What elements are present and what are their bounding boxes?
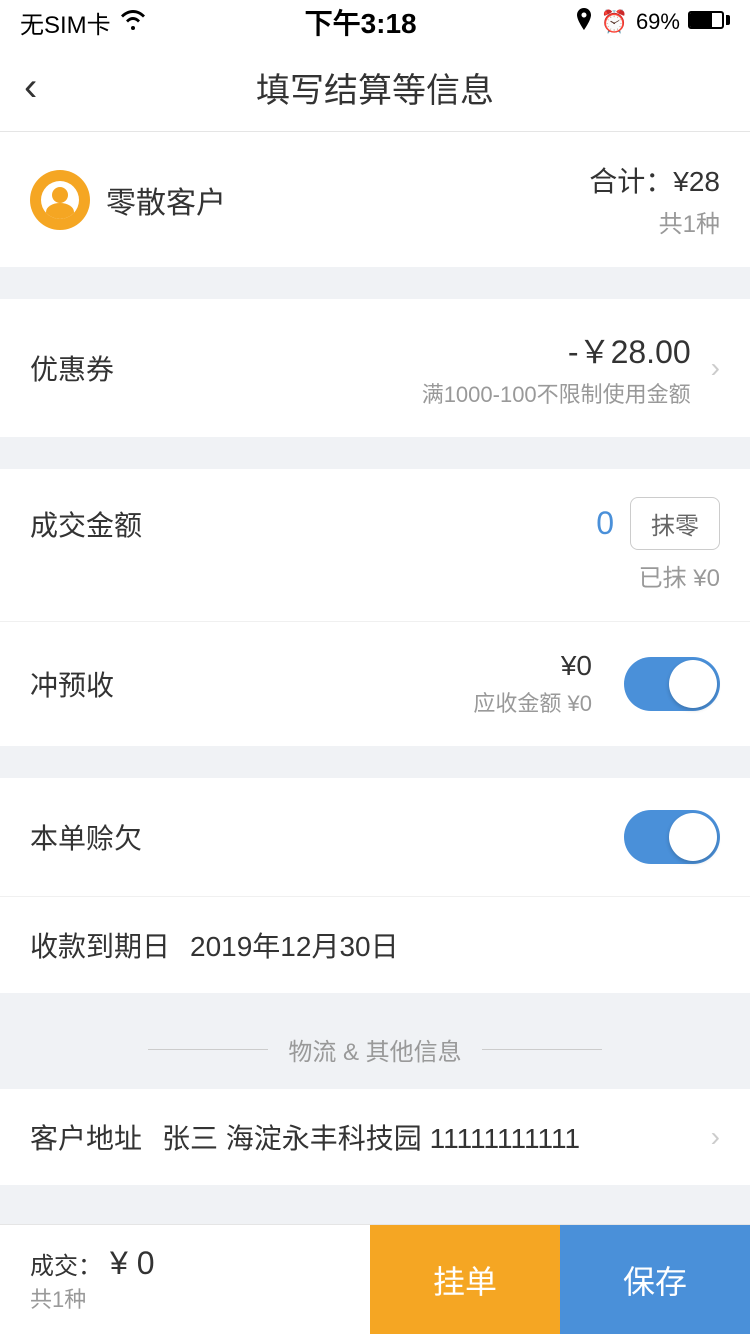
address-section[interactable]: 客户地址 张三 海淀永丰科技园 11111111111 › [0,1089,750,1185]
section-divider-2 [0,453,750,469]
deal-amount-row: 成交金额 0 抹零 已抹 ¥0 [0,469,750,621]
status-time: 下午3:18 [305,2,417,42]
section-divider-1 [0,283,750,299]
hang-button[interactable]: 挂单 [370,1225,560,1334]
due-date-label: 收款到期日 [30,925,170,965]
address-label: 客户地址 [30,1117,142,1157]
customer-info: 零散客户 [30,170,226,230]
debt-toggle-knob [669,813,717,861]
wifi-icon [119,8,147,37]
total-count-label: 共1种 [589,204,720,239]
debt-label: 本单赊欠 [30,817,142,857]
battery-icon [688,9,730,35]
prepay-sub: 应收金额 ¥0 [473,686,592,718]
status-bar-left: 无SIM卡 [20,5,147,40]
customer-row: 零散客户 合计：¥28 共1种 [0,132,750,267]
save-button[interactable]: 保存 [560,1225,750,1334]
address-chevron-icon: › [711,1121,720,1153]
customer-name: 零散客户 [106,178,226,222]
address-row[interactable]: 客户地址 张三 海淀永丰科技园 11111111111 › [0,1089,750,1185]
divider-line-right [482,1049,602,1050]
debt-row: 本单赊欠 [0,778,750,896]
bottom-bar: 成交： ¥ 0 共1种 挂单 保存 [0,1224,750,1334]
round-button[interactable]: 抹零 [630,497,720,550]
prepay-label: 冲预收 [30,664,114,704]
logistics-label: 物流 & 其他信息 [288,1032,461,1067]
prepay-info: ¥0 应收金额 ¥0 [473,650,592,718]
logistics-divider-inner: 物流 & 其他信息 [148,1032,601,1067]
status-bar: 无SIM卡 下午3:18 ⏰ 69% [0,0,750,44]
prepay-amount: ¥0 [473,650,592,682]
coupon-info: -￥28.00 满1000-100不限制使用金额 [422,327,691,409]
debt-toggle[interactable] [624,810,720,864]
alarm-icon: ⏰ [601,9,628,35]
debt-section: 本单赊欠 收款到期日 2019年12月30日 [0,778,750,993]
avatar [30,170,90,230]
coupon-right-area: -￥28.00 满1000-100不限制使用金额 › [114,327,720,409]
bottom-deal-line: 成交： ¥ 0 [30,1245,340,1282]
status-bar-right: ⏰ 69% [575,8,730,36]
due-date-row: 收款到期日 2019年12月30日 [0,896,750,993]
logistics-divider: 物流 & 其他信息 [0,1009,750,1089]
location-icon [575,8,593,36]
coupon-label: 优惠券 [30,348,114,388]
deal-amount-sub: 已抹 ¥0 [639,565,720,592]
coupon-section[interactable]: 优惠券 -￥28.00 满1000-100不限制使用金额 › [0,299,750,437]
due-date-value[interactable]: 2019年12月30日 [190,925,399,965]
customer-section: 零散客户 合计：¥28 共1种 [0,132,750,267]
nav-bar: ‹ 填写结算等信息 [0,44,750,132]
bottom-actions: 挂单 保存 [370,1225,750,1334]
hang-label: 挂单 [433,1257,497,1303]
address-value: 张三 海淀永丰科技园 11111111111 [162,1117,703,1157]
toggle-knob [669,660,717,708]
back-button[interactable]: ‹ [24,65,37,110]
coupon-desc: 满1000-100不限制使用金额 [422,377,691,409]
customer-total: 合计：¥28 共1种 [589,160,720,239]
bottom-info: 成交： ¥ 0 共1种 [0,1245,370,1314]
sim-label: 无SIM卡 [20,5,111,40]
save-label: 保存 [623,1257,687,1303]
total-amount-label: 合计：¥28 [589,160,720,200]
page-title: 填写结算等信息 [256,63,494,112]
bottom-deal-amount: ¥ 0 [110,1245,154,1282]
coupon-chevron-icon: › [711,352,720,384]
bottom-deal-label: 成交： [30,1246,102,1281]
deal-section: 成交金额 0 抹零 已抹 ¥0 冲预收 ¥0 应收金额 ¥0 [0,469,750,746]
coupon-discount: -￥28.00 [422,327,691,373]
prepay-row: 冲预收 ¥0 应收金额 ¥0 [0,621,750,746]
bottom-count: 共1种 [30,1282,340,1314]
section-divider-3 [0,762,750,778]
deal-amount-value[interactable]: 0 [596,505,614,542]
avatar-icon [41,181,79,219]
prepay-toggle[interactable] [624,657,720,711]
coupon-row[interactable]: 优惠券 -￥28.00 满1000-100不限制使用金额 › [0,299,750,437]
deal-amount-label: 成交金额 [30,504,142,544]
battery-percent: 69% [636,9,680,35]
divider-line-left [148,1049,268,1050]
